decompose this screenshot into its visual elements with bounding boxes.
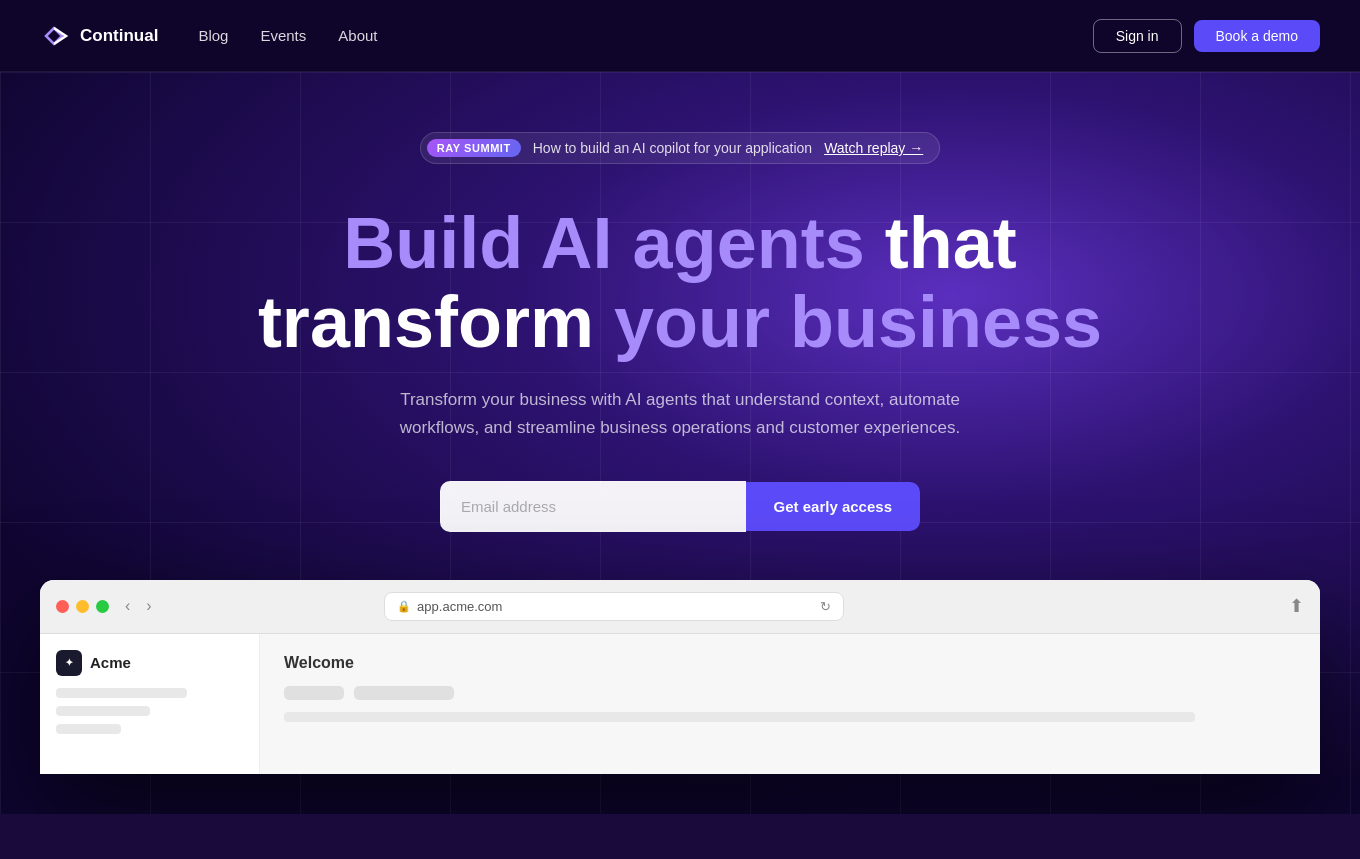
sk-box-1 bbox=[284, 686, 344, 700]
nav-left: Continual Blog Events About bbox=[40, 20, 377, 52]
headline-white-2: transform bbox=[258, 282, 614, 362]
nav-link-blog[interactable]: Blog bbox=[198, 27, 228, 44]
logo-text: Continual bbox=[80, 26, 158, 46]
logo[interactable]: Continual bbox=[40, 20, 158, 52]
browser-main: Welcome bbox=[260, 634, 1320, 774]
address-text: app.acme.com bbox=[417, 599, 502, 614]
ray-summit-badge: RAY SUMMIT bbox=[427, 139, 521, 157]
app-name: Acme bbox=[90, 654, 131, 671]
sk-2 bbox=[56, 706, 150, 716]
hero-subtext: Transform your business with AI agents t… bbox=[360, 386, 1000, 440]
browser-sidebar: ✦ Acme bbox=[40, 634, 260, 774]
content-skeletons bbox=[284, 686, 1296, 700]
lock-icon: 🔒 bbox=[397, 600, 411, 613]
sk-box-2 bbox=[354, 686, 454, 700]
back-arrow[interactable]: ‹ bbox=[121, 595, 134, 617]
early-access-button[interactable]: Get early access bbox=[746, 482, 920, 531]
navigation: Continual Blog Events About Sign in Book… bbox=[0, 0, 1360, 72]
welcome-text: Welcome bbox=[284, 654, 1296, 672]
share-icon[interactable]: ⬆ bbox=[1289, 595, 1304, 617]
tl-red bbox=[56, 600, 69, 613]
forward-arrow[interactable]: › bbox=[142, 595, 155, 617]
browser-mockup-wrapper: ‹ › 🔒 app.acme.com ↻ ⬆ ✦ Acme bbox=[40, 580, 1320, 774]
tl-green bbox=[96, 600, 109, 613]
browser-body: ✦ Acme Welcome bbox=[40, 634, 1320, 774]
nav-links: Blog Events About bbox=[198, 27, 377, 45]
email-input[interactable] bbox=[440, 481, 746, 532]
sk-1 bbox=[56, 688, 187, 698]
hero-headline: Build AI agents that transform your busi… bbox=[258, 204, 1102, 362]
banner-text: How to build an AI copilot for your appl… bbox=[533, 140, 812, 156]
logo-icon bbox=[40, 20, 72, 52]
cta-row: Get early access bbox=[440, 481, 920, 532]
headline-white-1: that bbox=[865, 203, 1017, 283]
browser-mockup: ‹ › 🔒 app.acme.com ↻ ⬆ ✦ Acme bbox=[40, 580, 1320, 774]
browser-chrome: ‹ › 🔒 app.acme.com ↻ ⬆ bbox=[40, 580, 1320, 634]
traffic-lights bbox=[56, 600, 109, 613]
nav-arrows: ‹ › bbox=[121, 595, 156, 617]
headline-purple-1: Build AI agents bbox=[343, 203, 864, 283]
refresh-icon[interactable]: ↻ bbox=[820, 599, 831, 614]
address-bar[interactable]: 🔒 app.acme.com ↻ bbox=[384, 592, 844, 621]
sk-3 bbox=[56, 724, 121, 734]
banner-pill: RAY SUMMIT How to build an AI copilot fo… bbox=[420, 132, 940, 164]
signin-button[interactable]: Sign in bbox=[1093, 19, 1182, 53]
app-logo-icon: ✦ bbox=[56, 650, 82, 676]
watch-replay-link[interactable]: Watch replay → bbox=[824, 140, 923, 156]
sidebar-skeleton bbox=[56, 688, 243, 734]
app-brand: ✦ Acme bbox=[56, 650, 243, 676]
nav-right: Sign in Book a demo bbox=[1093, 19, 1320, 53]
nav-link-about[interactable]: About bbox=[338, 27, 377, 44]
headline-purple-2: your business bbox=[614, 282, 1102, 362]
hero-content: RAY SUMMIT How to build an AI copilot fo… bbox=[40, 132, 1320, 532]
hero-section: RAY SUMMIT How to build an AI copilot fo… bbox=[0, 72, 1360, 814]
sk-line-1 bbox=[284, 712, 1195, 722]
book-demo-button[interactable]: Book a demo bbox=[1194, 20, 1321, 52]
tl-yellow bbox=[76, 600, 89, 613]
nav-link-events[interactable]: Events bbox=[260, 27, 306, 44]
